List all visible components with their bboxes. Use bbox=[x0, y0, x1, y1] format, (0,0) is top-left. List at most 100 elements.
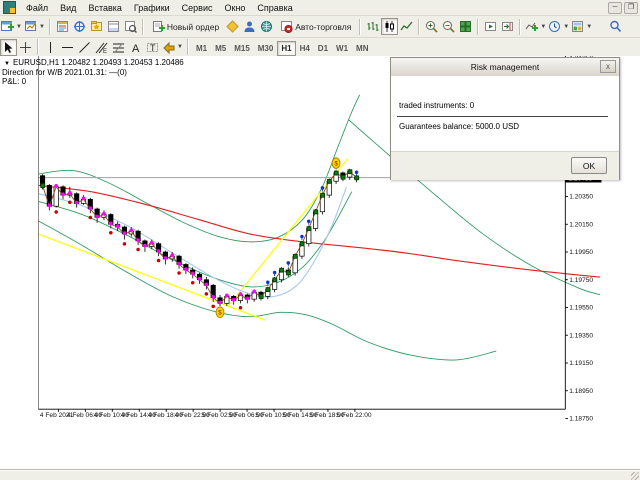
text-button[interactable]: A bbox=[127, 39, 144, 56]
magenta-dot-signal bbox=[95, 214, 99, 219]
strategy-tester-button[interactable] bbox=[122, 18, 139, 35]
magenta-dot-signal bbox=[184, 267, 188, 271]
arrow-shape-icon bbox=[163, 41, 175, 54]
dialog-body: traded instruments: 0 Guarantees balance… bbox=[391, 76, 619, 151]
window-controls: ─ ❐ bbox=[608, 1, 638, 14]
navigator-icon bbox=[90, 21, 102, 31]
profiles-button[interactable]: ▼ bbox=[23, 18, 46, 35]
green-marker-signal bbox=[340, 174, 346, 180]
cursor-button[interactable] bbox=[0, 38, 17, 56]
chart-shift-button[interactable] bbox=[499, 18, 516, 35]
tile-windows-icon bbox=[460, 21, 472, 32]
experts-button[interactable] bbox=[241, 18, 258, 35]
menu-item-вставка[interactable]: Вставка bbox=[82, 2, 127, 14]
fibonacci-icon bbox=[113, 42, 124, 53]
market-watch-button[interactable] bbox=[54, 18, 71, 35]
magenta-dot-signal bbox=[211, 295, 216, 299]
new-order-button[interactable]: Новый ордер bbox=[147, 18, 224, 35]
timeframe-group: M1 M5 M15 M30 H1 H4 D1 W1 MN bbox=[192, 38, 373, 56]
green-marker-signal bbox=[292, 253, 298, 259]
sell-dot-signal bbox=[238, 305, 243, 310]
auto-trading-label: Авто-торговля bbox=[295, 21, 352, 32]
vertical-line-button[interactable] bbox=[42, 39, 59, 56]
menu-item-окно[interactable]: Окно bbox=[219, 2, 252, 14]
timeframe-w1[interactable]: W1 bbox=[332, 41, 352, 56]
navigator-button[interactable] bbox=[88, 18, 105, 35]
search-button[interactable] bbox=[607, 18, 624, 35]
candle-body bbox=[53, 186, 59, 207]
timeframe-h4[interactable]: H4 bbox=[296, 41, 314, 56]
menu-item-справка[interactable]: Справка bbox=[251, 2, 298, 14]
trendline-button[interactable] bbox=[76, 39, 93, 56]
magenta-dot-signal bbox=[115, 224, 120, 228]
sell-dot-signal bbox=[68, 200, 72, 205]
svg-text:A: A bbox=[132, 43, 140, 54]
timeframe-d1[interactable]: D1 bbox=[314, 41, 332, 56]
magenta-dot-signal bbox=[136, 238, 140, 242]
sell-dot-signal bbox=[54, 210, 58, 214]
fibonacci-button[interactable] bbox=[110, 39, 127, 56]
line-chart-button[interactable] bbox=[398, 18, 415, 35]
dialog-titlebar[interactable]: Risk management x bbox=[391, 58, 619, 77]
auto-scroll-icon bbox=[485, 22, 497, 31]
zoom-out-button[interactable] bbox=[440, 18, 457, 35]
new-chart-icon bbox=[1, 21, 14, 31]
resize-grip-icon[interactable] bbox=[631, 472, 639, 480]
timeframe-mn[interactable]: MN bbox=[352, 41, 372, 56]
one-click-expander-icon[interactable]: ▼ bbox=[4, 61, 10, 67]
bar-chart-button[interactable] bbox=[364, 18, 381, 35]
green-marker-signal bbox=[306, 226, 312, 231]
price-axis-label: 1.18750 bbox=[569, 416, 593, 423]
horizontal-line-button[interactable] bbox=[59, 39, 76, 56]
magenta-dot-signal bbox=[67, 190, 72, 195]
metaeditor-button[interactable] bbox=[224, 18, 241, 35]
metaeditor-icon bbox=[226, 20, 239, 33]
sell-dot-signal bbox=[190, 280, 195, 285]
channel-button[interactable]: E bbox=[93, 39, 110, 56]
buy-dot-signal bbox=[272, 270, 277, 275]
menu-item-графики[interactable]: Графики bbox=[128, 2, 176, 14]
zoom-out-icon bbox=[443, 21, 455, 33]
timeframe-m15[interactable]: M15 bbox=[230, 41, 254, 56]
svg-text:T: T bbox=[150, 43, 156, 53]
separator bbox=[418, 18, 421, 35]
price-axis-label: 1.19950 bbox=[569, 249, 593, 256]
candlestick-chart-icon bbox=[385, 21, 395, 32]
auto-scroll-button[interactable] bbox=[482, 18, 499, 35]
data-window-button[interactable] bbox=[71, 18, 88, 35]
auto-trading-button[interactable]: Авто-торговля bbox=[275, 18, 356, 35]
menu-item-вид[interactable]: Вид bbox=[54, 2, 82, 14]
timeframe-m1[interactable]: M1 bbox=[192, 41, 211, 56]
indicators-button[interactable]: ▼ bbox=[524, 18, 547, 35]
new-chart-button[interactable]: ▼ bbox=[0, 18, 23, 35]
separator bbox=[186, 39, 189, 55]
text-label-button[interactable]: T bbox=[144, 39, 161, 56]
chart-shift-icon bbox=[502, 22, 514, 31]
window-restore-button[interactable]: ❐ bbox=[624, 1, 638, 14]
menu-item-сервис[interactable]: Сервис bbox=[176, 2, 219, 14]
timeframe-m5[interactable]: M5 bbox=[211, 41, 230, 56]
magenta-dot-signal bbox=[143, 243, 147, 248]
menu-item-файл[interactable]: Файл bbox=[20, 2, 54, 14]
crosshair-button[interactable] bbox=[17, 39, 34, 56]
periods-button[interactable]: ▼ bbox=[547, 18, 570, 35]
timeframe-m30[interactable]: M30 bbox=[254, 41, 278, 56]
window-minimize-button[interactable]: ─ bbox=[608, 1, 622, 14]
price-axis-label: 1.20150 bbox=[569, 221, 593, 228]
tile-windows-button[interactable] bbox=[457, 18, 474, 35]
chevron-down-icon: ▼ bbox=[177, 44, 183, 50]
timeframe-h1[interactable]: H1 bbox=[277, 41, 296, 56]
support-button[interactable] bbox=[258, 18, 275, 35]
arrows-button[interactable]: ▼ bbox=[161, 39, 184, 56]
chart-ohlc-header: ▼ EURUSD,H1 1.20482 1.20493 1.20453 1.204… bbox=[4, 58, 184, 67]
guarantee-balance-text: Guarantees balance: 5000.0 USD bbox=[399, 122, 520, 131]
green-marker-signal bbox=[279, 267, 285, 273]
green-marker-signal bbox=[299, 241, 305, 247]
ok-button[interactable]: OK bbox=[571, 157, 607, 174]
terminal-button[interactable] bbox=[105, 18, 122, 35]
candlestick-chart-button[interactable] bbox=[381, 18, 399, 35]
expert-advisor-icon bbox=[244, 21, 255, 32]
templates-button[interactable]: ▼ bbox=[570, 18, 593, 35]
zoom-in-button[interactable] bbox=[423, 18, 440, 35]
dialog-close-button[interactable]: x bbox=[600, 60, 616, 73]
